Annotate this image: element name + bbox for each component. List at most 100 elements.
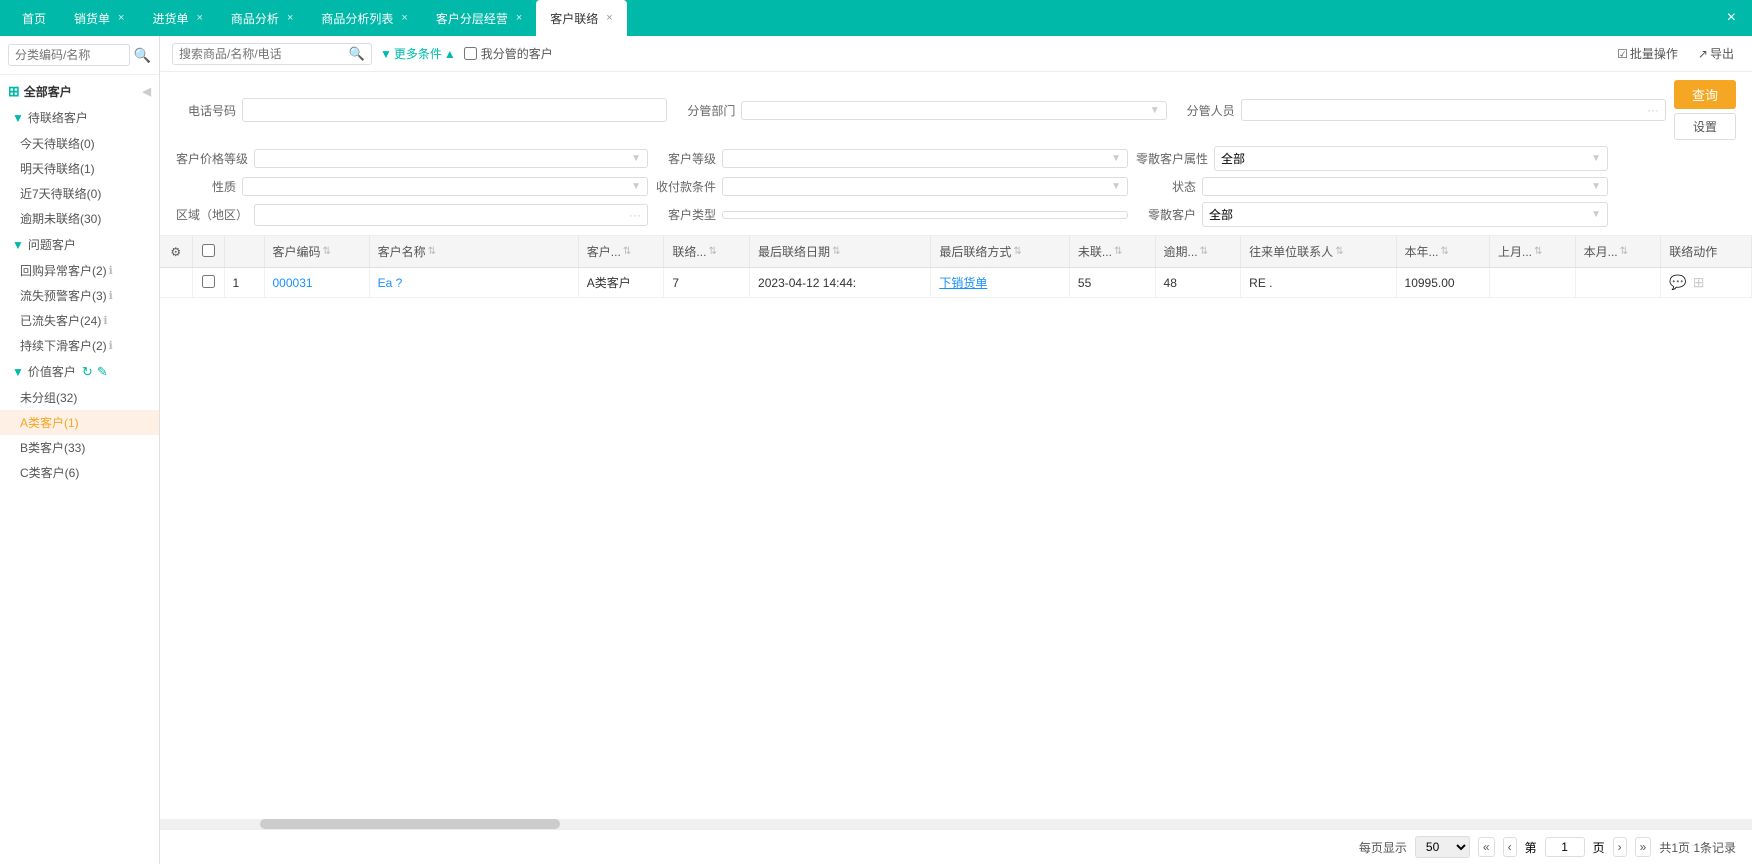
- repurchase-info-icon: ℹ: [109, 264, 113, 277]
- table-thisyear-header[interactable]: 本年... ⇅: [1396, 236, 1490, 268]
- page-label: 第: [1525, 839, 1537, 856]
- row-grid-icon[interactable]: ⊞: [1693, 274, 1705, 291]
- table-code-header[interactable]: 客户编码 ⇅: [264, 236, 369, 268]
- sidebar-collapse-arrow[interactable]: ◀: [143, 85, 151, 98]
- table-overdue-header[interactable]: 逾期... ⇅: [1155, 236, 1241, 268]
- sidebar-item-7days[interactable]: 近7天待联络(0): [0, 181, 159, 206]
- sidebar-all-customers[interactable]: ⊞ 全部客户 ◀: [0, 79, 159, 104]
- my-customers-checkbox-label[interactable]: 我分管的客户: [464, 45, 553, 62]
- sidebar-item-churn-warning[interactable]: 流失预警客户(3) ℹ: [0, 283, 159, 308]
- more-conditions-arrow: ▲: [444, 47, 456, 61]
- table-unitcontact-header[interactable]: 往来单位联系人 ⇅: [1241, 236, 1396, 268]
- filter-search-icon[interactable]: 🔍: [349, 46, 365, 62]
- next-page-button[interactable]: ›: [1613, 837, 1627, 857]
- nav-product-list[interactable]: 商品分析列表 ×: [307, 0, 421, 36]
- problem-section-arrow: ▼: [12, 238, 24, 252]
- table-name-header[interactable]: 客户名称 ⇅: [369, 236, 578, 268]
- sidebar-section-value[interactable]: ▼ 价值客户 ↻ ✎: [0, 358, 159, 385]
- setting-button[interactable]: 设置: [1674, 113, 1736, 140]
- payment-select[interactable]: ▼: [722, 177, 1128, 196]
- nav-product-list-close[interactable]: ×: [401, 12, 407, 24]
- sidebar-item-ungroup[interactable]: 未分组(32): [0, 385, 159, 410]
- nav-product-analysis-close[interactable]: ×: [287, 12, 293, 24]
- nav-sales[interactable]: 销货单 ×: [60, 0, 138, 36]
- table-checkbox-header[interactable]: [192, 236, 224, 268]
- page-number-input[interactable]: [1545, 837, 1585, 857]
- sidebar-search-input[interactable]: [8, 44, 130, 66]
- page-size-select[interactable]: 20 50 100: [1415, 836, 1470, 858]
- nature-arrow-icon: ▼: [631, 181, 641, 192]
- phone-input[interactable]: [242, 98, 667, 122]
- sidebar-item-declining[interactable]: 持续下滑客户(2) ℹ: [0, 333, 159, 358]
- nav-customer-contact-close[interactable]: ×: [606, 12, 612, 24]
- first-page-button[interactable]: «: [1478, 837, 1495, 857]
- filter-search-input[interactable]: [179, 47, 349, 61]
- table-lastmonth-header[interactable]: 上月... ⇅: [1490, 236, 1576, 268]
- filter-customer-level-field: 客户等级 ▼: [656, 149, 1128, 168]
- row-level: A类客户: [578, 268, 664, 298]
- table-thismonth-header[interactable]: 本月... ⇅: [1575, 236, 1661, 268]
- col-code-label: 客户编码: [273, 243, 321, 260]
- nav-customer-tier-close[interactable]: ×: [516, 12, 522, 24]
- gear-icon[interactable]: ⚙: [170, 245, 181, 259]
- last-page-button[interactable]: »: [1635, 837, 1652, 857]
- sidebar-section-pending[interactable]: ▼ 待联络客户: [0, 104, 159, 131]
- table-index-header: [224, 236, 264, 268]
- nav-customer-contact[interactable]: 客户联络 ×: [536, 0, 626, 36]
- nature-select[interactable]: ▼: [242, 177, 648, 196]
- row-checkbox[interactable]: [202, 275, 215, 288]
- batch-operation-button[interactable]: ☑ 批量操作: [1611, 42, 1684, 65]
- retail-attr-select[interactable]: 全部 ▼: [1214, 146, 1608, 171]
- price-level-select[interactable]: ▼: [254, 149, 648, 168]
- table-level-header[interactable]: 客户... ⇅: [578, 236, 664, 268]
- sidebar-item-today[interactable]: 今天待联络(0): [0, 131, 159, 156]
- sidebar-item-repurchase-abnormal[interactable]: 回购异常客户(2) ℹ: [0, 258, 159, 283]
- my-customers-checkbox[interactable]: [464, 47, 477, 60]
- nav-home[interactable]: 首页: [8, 0, 60, 36]
- sidebar-item-class-c[interactable]: C类客户(6): [0, 460, 159, 485]
- value-section-refresh[interactable]: ↻: [82, 364, 93, 380]
- customer-level-select[interactable]: ▼: [722, 149, 1128, 168]
- sidebar-item-class-a[interactable]: A类客户(1): [0, 410, 159, 435]
- row-comment-icon[interactable]: 💬: [1669, 274, 1686, 291]
- table-wrapper: ⚙ 客户编码 ⇅: [160, 236, 1752, 819]
- manager-input[interactable]: ···: [1241, 99, 1666, 121]
- hscroll-thumb[interactable]: [260, 819, 560, 829]
- region-input[interactable]: ···: [254, 204, 648, 226]
- filter-retail-attr-field: 零散客户属性 全部 ▼: [1136, 146, 1608, 171]
- table-lastway-header[interactable]: 最后联络方式 ⇅: [931, 236, 1070, 268]
- sidebar-section-problem[interactable]: ▼ 问题客户: [0, 231, 159, 258]
- col-level-label: 客户...: [587, 243, 621, 260]
- prev-page-button[interactable]: ‹: [1503, 837, 1517, 857]
- query-button[interactable]: 查询: [1674, 80, 1736, 109]
- customer-type-input[interactable]: [722, 211, 1128, 219]
- row-last-way[interactable]: 下销货单: [931, 268, 1070, 298]
- row-code[interactable]: 000031: [264, 268, 369, 298]
- export-button[interactable]: ↗ 导出: [1692, 42, 1740, 65]
- nav-customer-tier[interactable]: 客户分层经营 ×: [422, 0, 536, 36]
- table-gear-header[interactable]: ⚙: [160, 236, 192, 268]
- sidebar-item-overdue[interactable]: 逾期未联络(30): [0, 206, 159, 231]
- nav-sales-close[interactable]: ×: [118, 12, 124, 24]
- filter-row-1: 电话号码 分管部门 ▼ 分管人员 ···: [176, 80, 1736, 140]
- sidebar-item-churned[interactable]: 已流失客户(24) ℹ: [0, 308, 159, 333]
- retail-customer-select[interactable]: 全部 ▼: [1202, 202, 1608, 227]
- system-close-button[interactable]: ×: [1719, 9, 1744, 27]
- table-hscroll[interactable]: [160, 819, 1752, 829]
- table-nocontact-header[interactable]: 未联... ⇅: [1069, 236, 1155, 268]
- nav-purchase[interactable]: 进货单 ×: [138, 0, 216, 36]
- row-name[interactable]: Ea ?: [369, 268, 578, 298]
- nav-purchase-close[interactable]: ×: [196, 12, 202, 24]
- row-checkbox-cell[interactable]: [192, 268, 224, 298]
- nav-product-analysis[interactable]: 商品分析 ×: [217, 0, 307, 36]
- sidebar-item-class-b[interactable]: B类客户(33): [0, 435, 159, 460]
- table-select-all-checkbox[interactable]: [202, 244, 215, 257]
- status-select[interactable]: ▼: [1202, 177, 1608, 196]
- sidebar-item-tomorrow[interactable]: 明天待联络(1): [0, 156, 159, 181]
- value-section-edit[interactable]: ✎: [97, 364, 108, 380]
- sidebar-search-icon[interactable]: 🔍: [134, 47, 151, 64]
- table-contact-header[interactable]: 联络... ⇅: [664, 236, 750, 268]
- filter-more-button[interactable]: ▼ 更多条件 ▲: [380, 45, 456, 62]
- dept-select[interactable]: ▼: [741, 101, 1166, 120]
- table-lastdate-header[interactable]: 最后联络日期 ⇅: [750, 236, 931, 268]
